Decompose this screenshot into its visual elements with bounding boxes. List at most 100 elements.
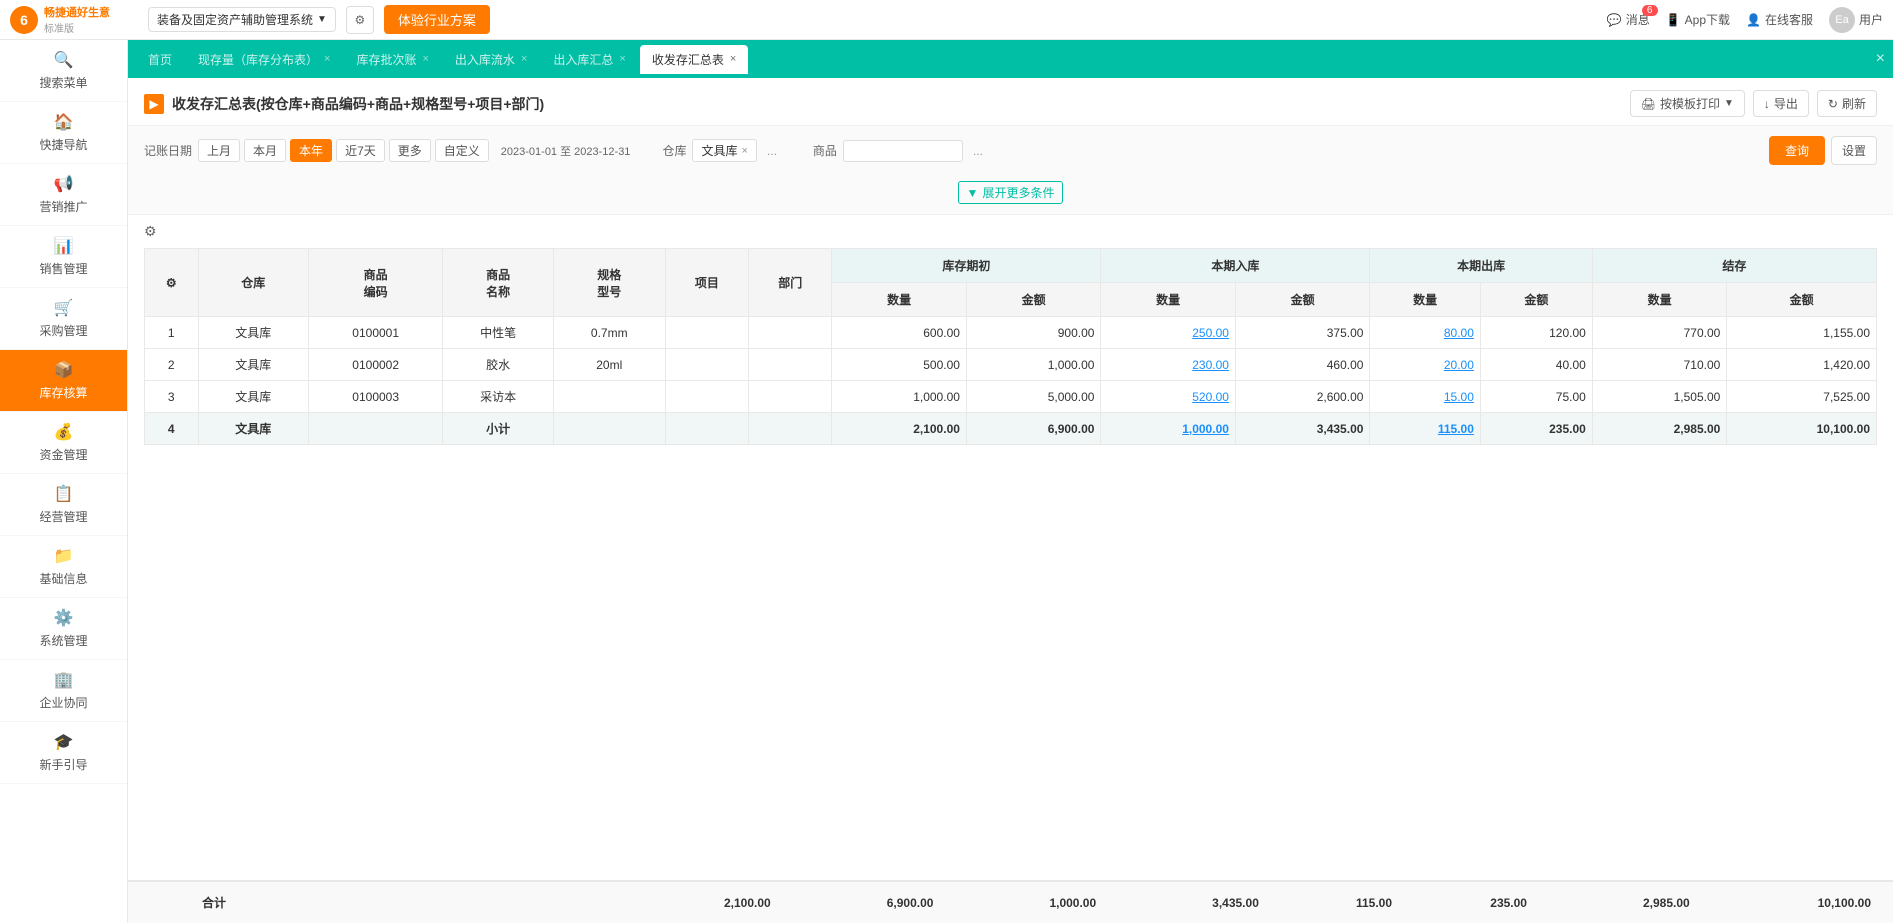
sidebar-item-inventory[interactable]: 📦 库存核算 [0,350,127,412]
data-table: ⚙ 仓库 商品编码 商品名称 规格型号 项目 部门 库存期初 本期入库 本期出库… [144,248,1877,445]
system-name-select[interactable]: 装备及固定资产辅助管理系统 ▼ [148,7,336,32]
footer-total: 合计 2,100.00 6,900.00 1,000.00 3,435.00 1… [128,880,1893,923]
guide-icon: 🎓 [54,732,74,752]
export-button[interactable]: ↓ 导出 [1753,90,1809,117]
refresh-button[interactable]: ↻ 刷新 [1817,90,1877,117]
date-shortcuts: 上月 本月 本年 近7天 更多 自定义 [198,139,489,162]
sidebar-item-basic-info[interactable]: 📁 基础信息 [0,536,127,598]
sidebar-item-guide[interactable]: 🎓 新手引导 [0,722,127,784]
page-content: ▶ 收发存汇总表(按仓库+商品编码+商品+规格型号+项目+部门) 🖨 按模板打印… [128,78,1893,923]
table-settings-row: ⚙ [144,215,1877,248]
date-btn-custom[interactable]: 自定义 [435,139,489,162]
row-close-amt: 10,100.00 [1727,413,1877,445]
sidebar-item-marketing[interactable]: 📢 营销推广 [0,164,127,226]
row-in-qty[interactable]: 520.00 [1101,381,1236,413]
row-open-qty: 500.00 [832,349,967,381]
total-spacer3 [334,890,414,915]
online-service-label: 在线客服 [1765,11,1813,28]
tab-inout-flow-close[interactable]: × [521,53,527,65]
tab-home[interactable]: 首页 [136,45,184,74]
row-project [665,317,748,349]
operations-icon: 📋 [54,484,74,504]
row-department [749,317,832,349]
settings-button[interactable]: ⚙ [346,6,374,34]
row-out-qty[interactable]: 20.00 [1370,349,1480,381]
warehouse-tag-close[interactable]: × [741,145,747,157]
total-close-amt: 10,100.00 [1696,890,1877,915]
col-header-open-amt: 金额 [966,283,1101,317]
sidebar-item-sales[interactable]: 📊 销售管理 [0,226,127,288]
close-all-tabs-button[interactable]: × [1876,50,1885,68]
filter-area: 记账日期 上月 本月 本年 近7天 更多 自定义 2023-01-01 至 20… [128,126,1893,215]
collapse-arrow-button[interactable]: ▶ [144,94,164,114]
app-badge: 标准版 [44,20,110,35]
goods-filter-input[interactable] [843,140,963,162]
tab-bar: 首页 现存量（库存分布表） × 库存批次账 × 出入库流水 × 出入库汇总 × … [128,40,1893,78]
tab-batch-account[interactable]: 库存批次账 × [344,45,440,74]
row-out-qty[interactable]: 115.00 [1370,413,1480,445]
row-goods-code: 0100002 [308,349,443,381]
tab-inout-summary-close[interactable]: × [619,53,625,65]
row-out-qty[interactable]: 15.00 [1370,381,1480,413]
row-warehouse: 文具库 [198,317,308,349]
sidebar-item-finance[interactable]: 💰 资金管理 [0,412,127,474]
row-goods-code: 0100003 [308,381,443,413]
expand-filter-button[interactable]: ▼ 展开更多条件 [958,181,1064,204]
row-goods-name: 胶水 [443,349,553,381]
total-in-amt: 3,435.00 [1102,890,1265,915]
tab-inout-flow[interactable]: 出入库流水 × [443,45,539,74]
sidebar-item-search[interactable]: 🔍 搜索菜单 [0,40,127,102]
row-project [665,381,748,413]
sidebar-label-sales: 销售管理 [39,260,87,277]
sidebar-item-quick-nav[interactable]: 🏠 快捷导航 [0,102,127,164]
message-button[interactable]: 💬 消息 6 [1607,11,1650,28]
print-dropdown-icon: ▼ [1724,98,1734,109]
sidebar-label-purchase: 采购管理 [39,322,87,339]
col-header-period-in-group: 本期入库 [1101,249,1370,283]
tab-home-label: 首页 [148,51,172,68]
date-btn-7days[interactable]: 近7天 [336,139,385,162]
tab-batch-account-close[interactable]: × [422,53,428,65]
main-layout: 🔍 搜索菜单 🏠 快捷导航 📢 营销推广 📊 销售管理 🛒 采购管理 📦 库存核… [0,40,1893,923]
try-industry-button[interactable]: 体验行业方案 [384,5,490,34]
sidebar-item-operations[interactable]: 📋 经营管理 [0,474,127,536]
tab-inventory-dist-close[interactable]: × [324,53,330,65]
online-service-button[interactable]: 👤 在线客服 [1746,11,1813,28]
goods-filter-dots[interactable]: ... [969,144,987,158]
row-in-qty[interactable]: 250.00 [1101,317,1236,349]
col-header-open-qty: 数量 [832,283,967,317]
tab-inventory-dist[interactable]: 现存量（库存分布表） × [186,45,342,74]
row-in-qty[interactable]: 1,000.00 [1101,413,1236,445]
row-in-qty[interactable]: 230.00 [1101,349,1236,381]
sidebar-label-operations: 经营管理 [39,508,87,525]
settings-filter-button[interactable]: 设置 [1831,136,1877,165]
total-label: 合计 [174,890,254,915]
date-btn-more[interactable]: 更多 [389,139,431,162]
col-header-out-amt: 金额 [1480,283,1592,317]
date-btn-this-year[interactable]: 本年 [290,139,332,162]
user-menu-button[interactable]: Ea 用户 [1829,7,1883,33]
date-btn-this-month[interactable]: 本月 [244,139,286,162]
print-label: 按模板打印 [1660,95,1720,112]
print-template-button[interactable]: 🖨 按模板打印 ▼ [1630,90,1745,117]
table-settings-icon[interactable]: ⚙ [144,223,157,240]
warehouse-filter-dots[interactable]: ... [763,144,781,158]
total-spacer4 [414,890,494,915]
sidebar-item-purchase[interactable]: 🛒 采购管理 [0,288,127,350]
tab-recv-send-close[interactable]: × [730,53,736,65]
goods-filter-item: 商品 ... [813,140,987,162]
tab-recv-send[interactable]: 收发存汇总表 × [640,45,748,74]
total-table: 合计 2,100.00 6,900.00 1,000.00 3,435.00 1… [144,890,1877,915]
app-download-button[interactable]: 📱 App下载 [1666,11,1730,28]
sidebar-item-system[interactable]: ⚙️ 系统管理 [0,598,127,660]
sidebar-item-enterprise[interactable]: 🏢 企业协同 [0,660,127,722]
logo-area: 6 畅捷通好生意 标准版 [10,4,138,35]
date-filter-label: 记账日期 [144,142,192,159]
query-button[interactable]: 查询 [1769,136,1825,165]
row-out-qty[interactable]: 80.00 [1370,317,1480,349]
basic-info-icon: 📁 [54,546,74,566]
col-header-project: 项目 [665,249,748,317]
date-btn-last-month[interactable]: 上月 [198,139,240,162]
col-header-goods-code: 商品编码 [308,249,443,317]
tab-inout-summary[interactable]: 出入库汇总 × [541,45,637,74]
